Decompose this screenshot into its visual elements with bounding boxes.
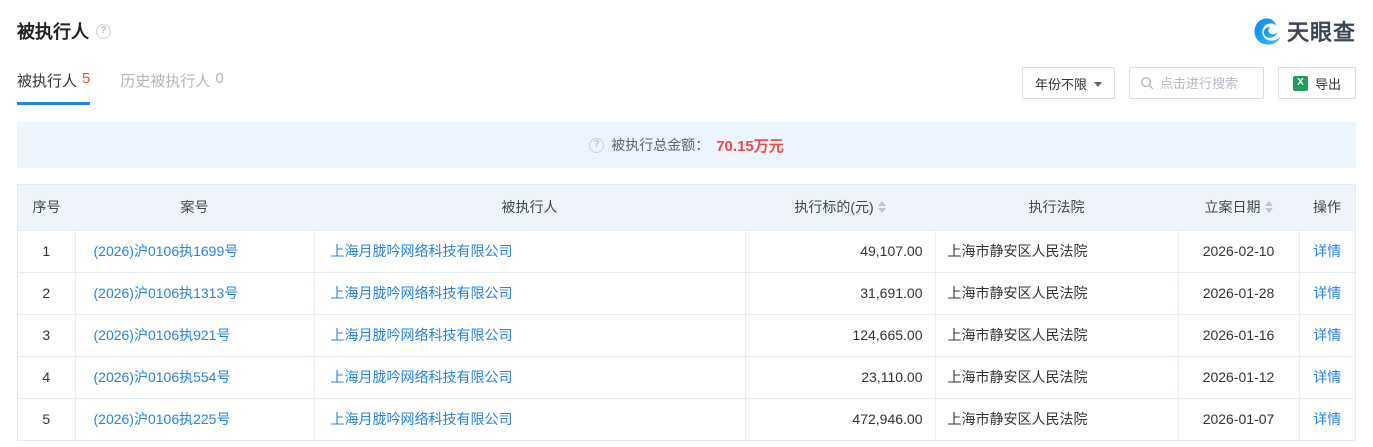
execution-amount: 49,107.00	[745, 230, 935, 272]
filing-date: 2026-01-16	[1178, 314, 1299, 356]
row-index: 2	[18, 272, 75, 314]
col-header-person: 被执行人	[314, 185, 745, 230]
row-index: 4	[18, 356, 75, 398]
execution-amount: 472,946.00	[745, 398, 935, 440]
executed-person-table: 序号 案号 被执行人 执行标的(元) 执行法院 立案日期 操作 1 (2026)	[17, 184, 1356, 441]
total-amount-value: 70.15万元	[716, 135, 784, 156]
detail-link[interactable]: 详情	[1313, 285, 1341, 301]
table-row: 1 (2026)沪0106执1699号 上海月胧吟网络科技有限公司 49,107…	[18, 230, 1355, 272]
case-number-link[interactable]: (2026)沪0106执1313号	[94, 285, 239, 301]
row-index: 5	[18, 398, 75, 440]
table-row: 2 (2026)沪0106执1313号 上海月胧吟网络科技有限公司 31,691…	[18, 272, 1355, 314]
company-link[interactable]: 上海月胧吟网络科技有限公司	[331, 327, 513, 343]
tab-label: 被执行人	[17, 70, 77, 91]
case-number-link[interactable]: (2026)沪0106执1699号	[94, 243, 239, 259]
company-link[interactable]: 上海月胧吟网络科技有限公司	[331, 411, 513, 427]
filing-date: 2026-01-28	[1178, 272, 1299, 314]
table-row: 3 (2026)沪0106执921号 上海月胧吟网络科技有限公司 124,665…	[18, 314, 1355, 356]
banner-help-icon[interactable]: ?	[589, 138, 604, 153]
search-box	[1129, 67, 1264, 99]
sort-icon[interactable]	[1265, 201, 1273, 213]
case-number-link[interactable]: (2026)沪0106执921号	[94, 327, 231, 343]
company-link[interactable]: 上海月胧吟网络科技有限公司	[331, 243, 513, 259]
detail-link[interactable]: 详情	[1313, 243, 1341, 259]
filing-date: 2026-01-12	[1178, 356, 1299, 398]
tab-executed-person[interactable]: 被执行人5	[17, 70, 90, 105]
table-row: 4 (2026)沪0106执554号 上海月胧吟网络科技有限公司 23,110.…	[18, 356, 1355, 398]
table-header-row: 序号 案号 被执行人 执行标的(元) 执行法院 立案日期 操作	[18, 185, 1355, 230]
court-name: 上海市静安区人民法院	[935, 314, 1178, 356]
toolbar-row: 被执行人5 历史被执行人0 年份不限 X	[17, 67, 1356, 103]
col-header-index: 序号	[18, 185, 75, 230]
excel-icon: X	[1293, 76, 1308, 91]
case-number-link[interactable]: (2026)沪0106执554号	[94, 369, 231, 385]
row-index: 3	[18, 314, 75, 356]
export-label: 导出	[1315, 74, 1341, 93]
tianyancha-logo[interactable]: 天眼查	[1253, 15, 1356, 47]
tianyancha-logo-text: 天眼查	[1287, 15, 1356, 47]
execution-amount: 31,691.00	[745, 272, 935, 314]
filing-date: 2026-02-10	[1178, 230, 1299, 272]
controls: 年份不限 X 导出	[1022, 67, 1356, 99]
case-number-link[interactable]: (2026)沪0106执225号	[94, 411, 231, 427]
tab-label: 历史被执行人	[120, 70, 210, 94]
filing-date: 2026-01-07	[1178, 398, 1299, 440]
row-index: 1	[18, 230, 75, 272]
page-title: 被执行人	[17, 18, 89, 44]
header-row: 被执行人 ? 天眼查	[17, 16, 1356, 46]
court-name: 上海市静安区人民法院	[935, 272, 1178, 314]
court-name: 上海市静安区人民法院	[935, 398, 1178, 440]
execution-amount: 23,110.00	[745, 356, 935, 398]
total-amount-label: 被执行总金额：	[611, 135, 709, 155]
company-link[interactable]: 上海月胧吟网络科技有限公司	[331, 285, 513, 301]
detail-link[interactable]: 详情	[1313, 411, 1341, 427]
court-name: 上海市静安区人民法院	[935, 356, 1178, 398]
title-wrap: 被执行人 ?	[17, 18, 111, 44]
company-link[interactable]: 上海月胧吟网络科技有限公司	[331, 369, 513, 385]
year-filter-value: 年份不限	[1035, 74, 1087, 93]
col-header-case-no: 案号	[75, 185, 314, 230]
tab-count-badge: 5	[82, 70, 90, 91]
search-icon	[1140, 76, 1154, 90]
tab-history-executed-person[interactable]: 历史被执行人0	[120, 70, 223, 105]
export-button[interactable]: X 导出	[1278, 67, 1356, 99]
execution-amount: 124,665.00	[745, 314, 935, 356]
chevron-down-icon	[1094, 82, 1102, 87]
tab-count-badge: 0	[215, 70, 223, 94]
sort-icon[interactable]	[878, 201, 886, 213]
title-help-icon[interactable]: ?	[96, 24, 111, 39]
col-header-action: 操作	[1299, 185, 1355, 230]
detail-link[interactable]: 详情	[1313, 369, 1341, 385]
tianyancha-logo-icon	[1253, 17, 1282, 46]
table-row: 5 (2026)沪0106执225号 上海月胧吟网络科技有限公司 472,946…	[18, 398, 1355, 440]
col-header-court: 执行法院	[935, 185, 1178, 230]
year-filter-dropdown[interactable]: 年份不限	[1022, 67, 1115, 99]
detail-link[interactable]: 详情	[1313, 327, 1341, 343]
executed-person-section: 被执行人 ? 天眼查 被执行人5	[0, 0, 1373, 441]
col-header-amount: 执行标的(元)	[745, 185, 935, 230]
total-amount-banner: ? 被执行总金额： 70.15万元	[17, 122, 1356, 168]
col-header-date: 立案日期	[1178, 185, 1299, 230]
tabs: 被执行人5 历史被执行人0	[17, 67, 224, 105]
court-name: 上海市静安区人民法院	[935, 230, 1178, 272]
search-input[interactable]	[1160, 76, 1253, 91]
